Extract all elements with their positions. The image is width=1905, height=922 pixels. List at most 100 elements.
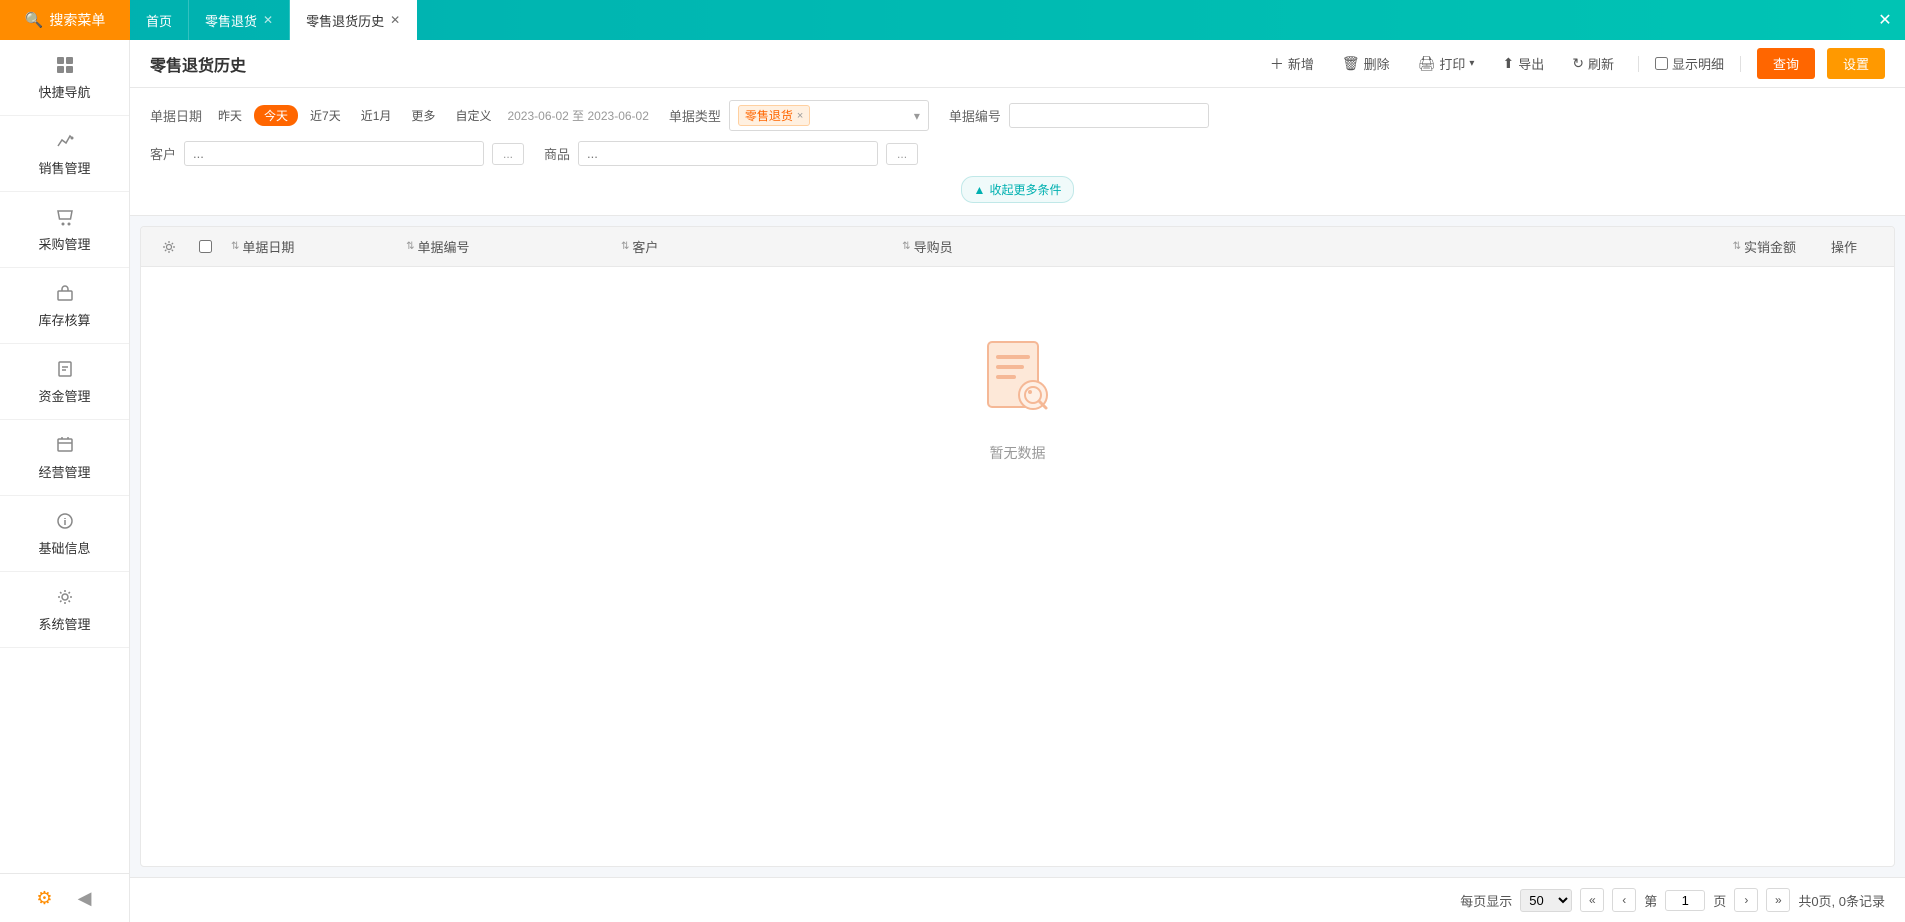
sidebar-item-sales[interactable]: 销售管理	[0, 116, 129, 192]
date-btn-yesterday[interactable]: 昨天	[210, 105, 250, 126]
tab-home[interactable]: 首页	[130, 0, 189, 40]
th-no[interactable]: ⇅ 单据编号	[398, 237, 613, 256]
sidebar-item-system-label: 系统管理	[38, 614, 90, 633]
type-tag-remove[interactable]: ×	[797, 110, 803, 122]
sort-amount-icon: ⇅	[1733, 241, 1741, 252]
search-label: 搜索菜单	[49, 10, 105, 30]
delete-icon: 🗑	[1342, 55, 1360, 72]
next-page-btn[interactable]: ›	[1734, 888, 1758, 912]
show-detail-checkbox[interactable]	[1655, 57, 1668, 70]
refresh-icon: ↻	[1572, 55, 1584, 72]
sidebar-item-base-info[interactable]: 基础信息	[0, 496, 129, 572]
show-detail-label: 显示明细	[1672, 54, 1724, 73]
purchase-icon	[54, 206, 76, 228]
date-btn-more[interactable]: 更多	[403, 105, 443, 126]
type-selector[interactable]: 零售退货 × ▾	[729, 100, 929, 131]
date-btn-today[interactable]: 今天	[254, 105, 298, 126]
print-chevron-icon: ▾	[1469, 58, 1474, 69]
tab-retail-return-history-label: 零售退货历史	[306, 11, 384, 30]
sidebar: 快捷导航 销售管理 采购管理 库存核算 资金管理	[0, 40, 130, 922]
tab-retail-return-history[interactable]: 零售退货历史 ✕	[290, 0, 417, 40]
sidebar-item-inventory[interactable]: 库存核算	[0, 268, 129, 344]
sidebar-item-system[interactable]: 系统管理	[0, 572, 129, 648]
customer-input[interactable]	[184, 141, 484, 166]
sidebar-collapse-btn[interactable]: ◀	[69, 882, 101, 914]
delete-button[interactable]: 🗑 删除	[1334, 50, 1398, 77]
last-page-btn[interactable]: »	[1766, 888, 1790, 912]
th-settings[interactable]	[151, 240, 187, 254]
th-amount[interactable]: ⇅ 实销金额	[1655, 237, 1804, 256]
print-label: 打印	[1439, 54, 1465, 73]
type-tag-value: 零售退货	[745, 107, 793, 124]
print-button[interactable]: 🖨 打印 ▾	[1410, 50, 1483, 77]
add-label: 新增	[1288, 54, 1314, 73]
goods-filter-label: 商品	[544, 144, 570, 163]
sidebar-item-finance-label: 资金管理	[38, 386, 90, 405]
th-customer[interactable]: ⇅ 客户	[613, 237, 894, 256]
sidebar-item-sales-label: 销售管理	[38, 158, 90, 177]
show-detail-toggle[interactable]: 显示明细	[1655, 54, 1724, 73]
page-title: 零售退货历史	[150, 52, 246, 76]
sidebar-item-quick-nav-label: 快捷导航	[38, 82, 90, 101]
sidebar-item-quick-nav[interactable]: 快捷导航	[0, 40, 129, 116]
customer-filter-label: 客户	[150, 144, 176, 163]
query-button[interactable]: 查询	[1757, 48, 1815, 79]
filter-row-1: 单据日期 昨天 今天 近7天 近1月 更多 自定义 2023-06-02 至 2…	[150, 100, 1885, 131]
sidebar-item-operations[interactable]: 经营管理	[0, 420, 129, 496]
refresh-button[interactable]: ↻ 刷新	[1564, 50, 1622, 77]
table-container: ⇅ 单据日期 ⇅ 单据编号 ⇅ 客户 ⇅ 导购员 ⇅ 实销	[140, 226, 1895, 867]
prev-page-btn[interactable]: ‹	[1612, 888, 1636, 912]
empty-icon	[968, 327, 1068, 427]
th-checkbox[interactable]	[187, 240, 223, 253]
date-range-display: 2023-06-02 至 2023-06-02	[507, 107, 648, 124]
customer-filter-group: 客户 ...	[150, 141, 524, 166]
add-icon: ＋	[1270, 54, 1284, 74]
select-all-checkbox[interactable]	[199, 240, 212, 253]
voucher-input[interactable]	[1009, 103, 1209, 128]
collapse-filter-btn[interactable]: ▲ 收起更多条件	[961, 176, 1075, 203]
tab-retail-return[interactable]: 零售退货 ✕	[189, 0, 290, 40]
voucher-filter-label: 单据编号	[949, 106, 1001, 125]
date-btn-7days[interactable]: 近7天	[302, 105, 349, 126]
sort-customer-icon: ⇅	[621, 241, 629, 252]
table-header: ⇅ 单据日期 ⇅ 单据编号 ⇅ 客户 ⇅ 导购员 ⇅ 实销	[141, 227, 1894, 267]
date-buttons: 昨天 今天 近7天 近1月 更多 自定义	[210, 105, 499, 126]
sidebar-item-finance[interactable]: 资金管理	[0, 344, 129, 420]
settings-button[interactable]: 设置	[1827, 48, 1885, 79]
th-guide[interactable]: ⇅ 导购员	[894, 237, 1109, 256]
sidebar-item-inventory-label: 库存核算	[38, 310, 90, 329]
filter-area: 单据日期 昨天 今天 近7天 近1月 更多 自定义 2023-06-02 至 2…	[130, 88, 1905, 216]
page-prefix: 第	[1644, 891, 1657, 910]
customer-ellipsis-btn[interactable]: ...	[492, 143, 524, 165]
sidebar-item-purchase[interactable]: 采购管理	[0, 192, 129, 268]
page-size-label: 每页显示	[1460, 891, 1512, 910]
page-size-select[interactable]: 50 10 20 100	[1520, 889, 1572, 912]
tab-retail-return-close[interactable]: ✕	[263, 13, 273, 27]
add-button[interactable]: ＋ 新增	[1262, 50, 1322, 78]
header-actions: ＋ 新增 🗑 删除 🖨 打印 ▾ ⬆ 导出 ↻ 刷新	[1262, 48, 1885, 79]
tab-home-label: 首页	[146, 11, 172, 30]
export-icon: ⬆	[1502, 55, 1514, 72]
date-filter-group: 单据日期 昨天 今天 近7天 近1月 更多 自定义 2023-06-02 至 2…	[150, 105, 649, 126]
date-btn-1month[interactable]: 近1月	[353, 105, 400, 126]
sidebar-settings-btn[interactable]: ⚙	[29, 882, 61, 914]
first-page-btn[interactable]: «	[1580, 888, 1604, 912]
filter-row-2: 客户 ... 商品 ...	[150, 141, 1885, 166]
sidebar-item-purchase-label: 采购管理	[38, 234, 90, 253]
page-number-input[interactable]	[1665, 890, 1705, 911]
goods-ellipsis-btn[interactable]: ...	[886, 143, 918, 165]
tab-retail-return-label: 零售退货	[205, 11, 257, 30]
export-button[interactable]: ⬆ 导出	[1494, 50, 1552, 77]
th-date[interactable]: ⇅ 单据日期	[223, 237, 398, 256]
goods-input[interactable]	[578, 141, 878, 166]
total-count: 共0页, 0条记录	[1798, 891, 1885, 910]
close-window-button[interactable]: ✕	[1865, 0, 1905, 40]
main-layout: 快捷导航 销售管理 采购管理 库存核算 资金管理	[0, 40, 1905, 922]
th-action: 操作	[1804, 237, 1884, 256]
base-info-icon	[54, 510, 76, 532]
search-icon: 🔍	[25, 11, 44, 29]
date-btn-custom[interactable]: 自定义	[447, 105, 499, 126]
search-area[interactable]: 🔍 搜索菜单	[0, 0, 130, 40]
tab-retail-return-history-close[interactable]: ✕	[390, 13, 400, 27]
sort-date-icon: ⇅	[231, 241, 239, 252]
